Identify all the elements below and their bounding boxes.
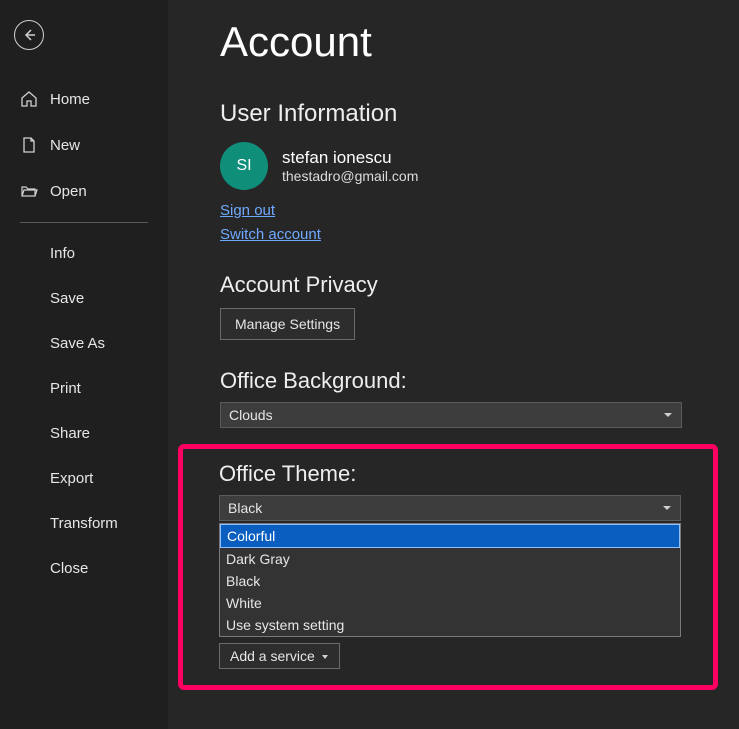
sign-out-link[interactable]: Sign out <box>220 202 275 219</box>
sidebar-item-open[interactable]: Open <box>0 168 168 214</box>
page-title: Account <box>220 18 739 66</box>
sidebar-separator <box>20 222 148 223</box>
user-email: thestadro@gmail.com <box>282 168 418 184</box>
back-arrow-icon <box>21 27 37 43</box>
office-background-section: Office Background: Clouds <box>220 368 739 428</box>
sidebar-item-label: Print <box>50 380 81 397</box>
sidebar-item-home[interactable]: Home <box>0 76 168 122</box>
sidebar-item-label: New <box>50 137 80 154</box>
office-background-label: Office Background: <box>220 368 739 394</box>
office-theme-label: Office Theme: <box>219 461 697 487</box>
sidebar-item-label: Transform <box>50 515 118 532</box>
sidebar-item-label: Share <box>50 425 90 442</box>
sidebar-item-new[interactable]: New <box>0 122 168 168</box>
sidebar-item-label: Info <box>50 245 75 262</box>
theme-option-dark-gray[interactable]: Dark Gray <box>220 548 680 570</box>
sidebar: Home New Open Info Save Save As Print <box>0 0 168 729</box>
add-service-label: Add a service <box>230 648 315 664</box>
sidebar-item-export[interactable]: Export <box>0 456 168 501</box>
account-privacy-section: Account Privacy Manage Settings <box>220 272 739 340</box>
theme-option-colorful[interactable]: Colorful <box>220 524 680 548</box>
back-button[interactable] <box>14 20 44 50</box>
folder-open-icon <box>20 182 38 200</box>
document-icon <box>20 136 38 154</box>
user-name: stefan ionescu <box>282 148 418 168</box>
office-background-dropdown[interactable]: Clouds <box>220 402 682 428</box>
office-theme-dropdown[interactable]: Black <box>219 495 681 521</box>
sidebar-item-label: Save As <box>50 335 105 352</box>
chevron-down-icon <box>663 410 673 420</box>
home-icon <box>20 90 38 108</box>
sidebar-item-save[interactable]: Save <box>0 276 168 321</box>
office-theme-options-list: Colorful Dark Gray Black White Use syste… <box>219 523 681 637</box>
add-service-button[interactable]: Add a service <box>219 643 340 669</box>
sidebar-item-save-as[interactable]: Save As <box>0 321 168 366</box>
chevron-down-icon <box>662 503 672 513</box>
sidebar-item-close[interactable]: Close <box>0 546 168 591</box>
sidebar-item-label: Close <box>50 560 88 577</box>
avatar: SI <box>220 142 268 190</box>
theme-option-white[interactable]: White <box>220 592 680 614</box>
sidebar-item-label: Home <box>50 91 90 108</box>
sidebar-item-label: Export <box>50 470 93 487</box>
switch-account-link[interactable]: Switch account <box>220 226 321 243</box>
office-theme-highlight: Office Theme: Black Colorful Dark Gray B… <box>178 444 718 690</box>
account-privacy-heading: Account Privacy <box>220 272 739 298</box>
sidebar-item-print[interactable]: Print <box>0 366 168 411</box>
theme-option-black[interactable]: Black <box>220 570 680 592</box>
office-theme-selected: Black <box>228 500 262 516</box>
sidebar-item-label: Open <box>50 183 87 200</box>
office-background-selected: Clouds <box>229 407 273 423</box>
sidebar-item-transform[interactable]: Transform <box>0 501 168 546</box>
main-content: Account User Information SI stefan iones… <box>168 0 739 729</box>
sidebar-item-share[interactable]: Share <box>0 411 168 456</box>
sidebar-item-info[interactable]: Info <box>0 231 168 276</box>
sidebar-item-label: Save <box>50 290 84 307</box>
manage-settings-button[interactable]: Manage Settings <box>220 308 355 340</box>
chevron-down-icon <box>321 648 329 664</box>
user-row: SI stefan ionescu thestadro@gmail.com <box>220 142 739 190</box>
theme-option-system[interactable]: Use system setting <box>220 614 680 636</box>
user-info-heading: User Information <box>220 100 739 128</box>
